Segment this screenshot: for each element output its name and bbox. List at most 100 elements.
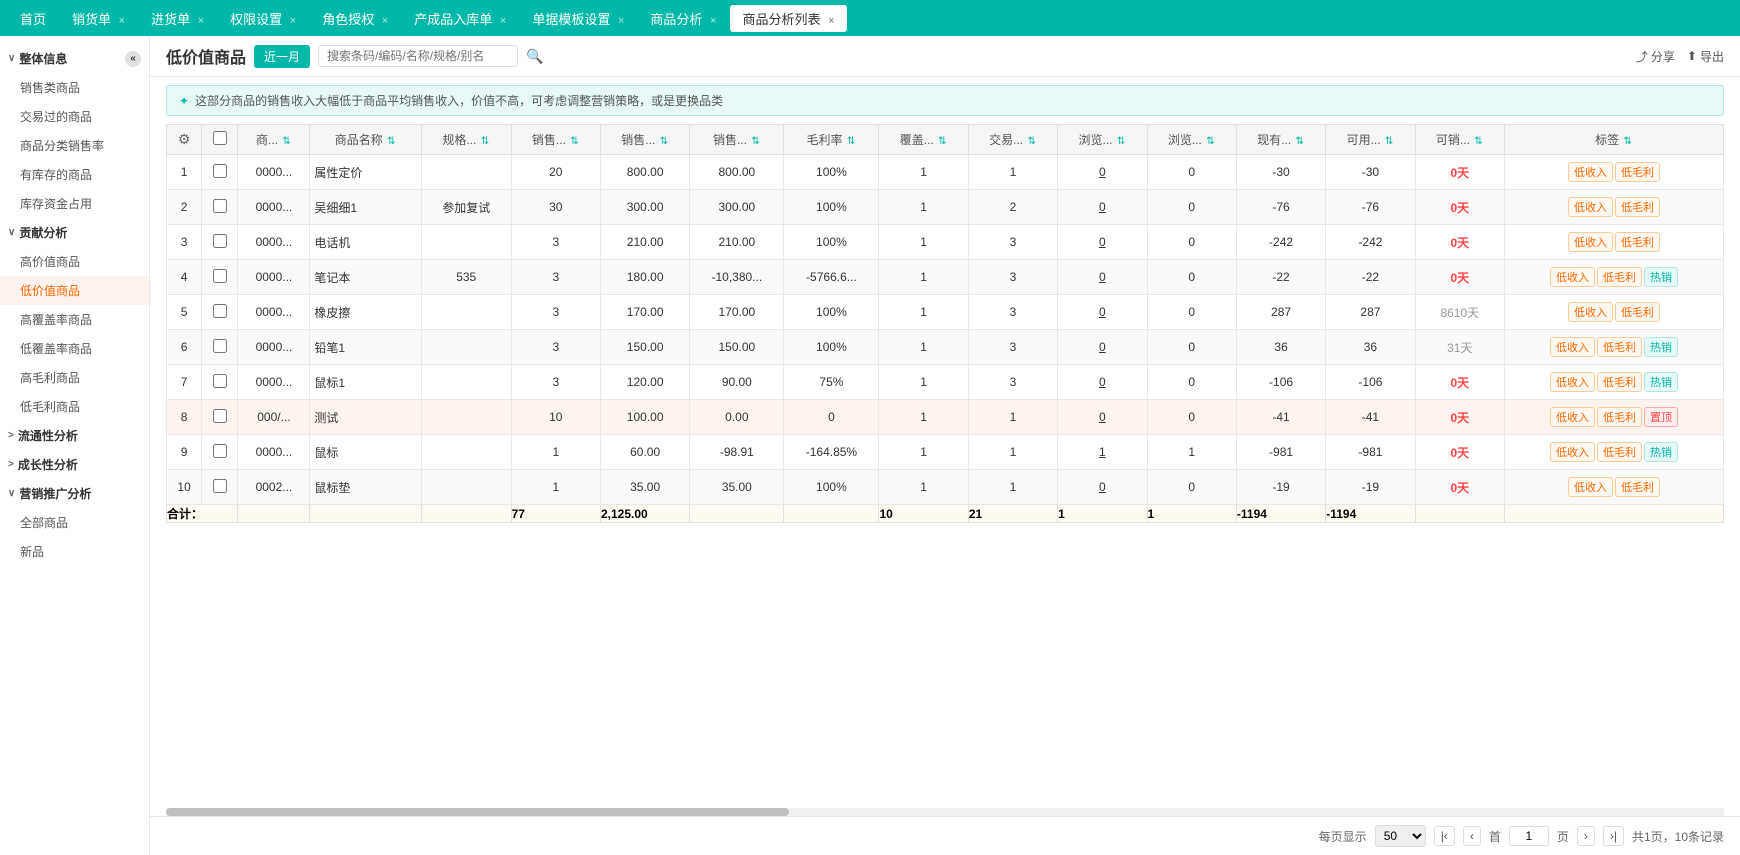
col-checkbox[interactable] xyxy=(202,125,238,155)
sidebar-item-all-products[interactable]: 全部商品 xyxy=(0,508,149,537)
sort-icon[interactable]: ⇅ xyxy=(387,136,395,147)
row-browse1[interactable]: 1 xyxy=(1058,435,1147,470)
nav-template[interactable]: 单据模板设置 × xyxy=(520,5,636,32)
share-button[interactable]: ⤴ 分享 xyxy=(1636,48,1675,65)
row-select-checkbox[interactable] xyxy=(213,339,227,353)
select-all-checkbox[interactable] xyxy=(213,131,227,145)
sidebar-item-high-value[interactable]: 高价值商品 xyxy=(0,247,149,276)
nav-analysis[interactable]: 商品分析 × xyxy=(638,5,728,32)
sort-icon[interactable]: ⇅ xyxy=(481,136,489,147)
close-icon[interactable]: × xyxy=(382,15,388,27)
row-select-checkbox[interactable] xyxy=(213,409,227,423)
row-checkbox[interactable] xyxy=(202,470,238,505)
table-container[interactable]: ⚙ 商... ⇅ 商品名称 ⇅ 规格... ⇅ 销售... ⇅ 销售... ⇅ … xyxy=(150,124,1740,808)
close-icon[interactable]: × xyxy=(119,15,125,27)
sort-icon[interactable]: ⇅ xyxy=(847,136,855,147)
row-select-checkbox[interactable] xyxy=(213,374,227,388)
sidebar-item-new-products[interactable]: 新品 xyxy=(0,537,149,566)
browse-link[interactable]: 0 xyxy=(1099,165,1106,179)
settings-icon[interactable]: ⚙ xyxy=(178,131,191,147)
row-browse1[interactable]: 0 xyxy=(1058,295,1147,330)
sort-icon[interactable]: ⇅ xyxy=(1206,136,1214,147)
search-input[interactable] xyxy=(318,45,518,67)
sort-icon[interactable]: ⇅ xyxy=(570,136,578,147)
nav-analysis-list[interactable]: 商品分析列表 × xyxy=(730,5,846,32)
browse-link[interactable]: 0 xyxy=(1099,375,1106,389)
col-gear[interactable]: ⚙ xyxy=(167,125,202,155)
nav-home[interactable]: 首页 xyxy=(8,5,58,32)
close-icon[interactable]: × xyxy=(710,15,716,27)
row-browse1[interactable]: 0 xyxy=(1058,330,1147,365)
sidebar-item-category-rate[interactable]: 商品分类销售率 xyxy=(0,131,149,160)
sort-icon[interactable]: ⇅ xyxy=(1623,136,1631,147)
sort-icon[interactable]: ⇅ xyxy=(282,136,290,147)
row-checkbox[interactable] xyxy=(202,435,238,470)
sidebar-item-low-coverage[interactable]: 低覆盖率商品 xyxy=(0,334,149,363)
sidebar-item-stock-capital[interactable]: 库存资金占用 xyxy=(0,189,149,218)
sort-icon[interactable]: ⇅ xyxy=(1117,136,1125,147)
next-page-button[interactable]: › xyxy=(1577,826,1595,846)
close-icon[interactable]: × xyxy=(198,15,204,27)
scroll-thumb[interactable] xyxy=(166,808,789,816)
sort-icon[interactable]: ⇅ xyxy=(1296,136,1304,147)
sidebar-group-overall[interactable]: ∨ 整体信息 « xyxy=(0,44,149,73)
row-select-checkbox[interactable] xyxy=(213,269,227,283)
filter-recent-month-button[interactable]: 近一月 xyxy=(254,45,310,68)
page-size-select[interactable]: 50 100 200 xyxy=(1375,825,1426,847)
sort-icon[interactable]: ⇅ xyxy=(1385,136,1393,147)
collapse-btn[interactable]: « xyxy=(125,51,141,67)
row-select-checkbox[interactable] xyxy=(213,479,227,493)
search-icon[interactable]: 🔍 xyxy=(526,48,543,65)
export-button[interactable]: ⬆ 导出 xyxy=(1687,48,1724,65)
row-checkbox[interactable] xyxy=(202,155,238,190)
sidebar-item-in-stock[interactable]: 有库存的商品 xyxy=(0,160,149,189)
browse-link[interactable]: 0 xyxy=(1099,305,1106,319)
sort-icon[interactable]: ⇅ xyxy=(1474,136,1482,147)
row-browse1[interactable]: 0 xyxy=(1058,365,1147,400)
nav-product-in[interactable]: 产成品入库单 × xyxy=(402,5,518,32)
sidebar-item-high-coverage[interactable]: 高覆盖率商品 xyxy=(0,305,149,334)
browse-link[interactable]: 0 xyxy=(1099,270,1106,284)
row-browse1[interactable]: 0 xyxy=(1058,470,1147,505)
row-checkbox[interactable] xyxy=(202,225,238,260)
row-checkbox[interactable] xyxy=(202,190,238,225)
browse-link[interactable]: 0 xyxy=(1099,480,1106,494)
browse-link[interactable]: 1 xyxy=(1099,445,1106,459)
sidebar-item-traded[interactable]: 交易过的商品 xyxy=(0,102,149,131)
row-checkbox[interactable] xyxy=(202,295,238,330)
sidebar-group-contribution[interactable]: ∨ 贡献分析 xyxy=(0,218,149,247)
row-browse1[interactable]: 0 xyxy=(1058,400,1147,435)
sidebar-item-high-margin[interactable]: 高毛利商品 xyxy=(0,363,149,392)
nav-sales[interactable]: 销货单 × xyxy=(60,5,137,32)
row-checkbox[interactable] xyxy=(202,330,238,365)
row-select-checkbox[interactable] xyxy=(213,444,227,458)
row-browse1[interactable]: 0 xyxy=(1058,225,1147,260)
browse-link[interactable]: 0 xyxy=(1099,340,1106,354)
close-icon[interactable]: × xyxy=(500,15,506,27)
close-icon[interactable]: × xyxy=(828,15,834,27)
sidebar-item-low-margin[interactable]: 低毛利商品 xyxy=(0,392,149,421)
browse-link[interactable]: 0 xyxy=(1099,200,1106,214)
sidebar-group-circulation[interactable]: > 流通性分析 xyxy=(0,421,149,450)
close-icon[interactable]: × xyxy=(618,15,624,27)
row-checkbox[interactable] xyxy=(202,400,238,435)
sidebar-item-sales-products[interactable]: 销售类商品 xyxy=(0,73,149,102)
row-browse1[interactable]: 0 xyxy=(1058,190,1147,225)
nav-purchase[interactable]: 进货单 × xyxy=(139,5,216,32)
first-page-button[interactable]: |‹ xyxy=(1434,826,1455,846)
sort-icon[interactable]: ⇅ xyxy=(1027,136,1035,147)
prev-page-button[interactable]: ‹ xyxy=(1463,826,1481,846)
nav-permission[interactable]: 权限设置 × xyxy=(218,5,308,32)
row-select-checkbox[interactable] xyxy=(213,234,227,248)
page-input[interactable] xyxy=(1509,826,1549,846)
sort-icon[interactable]: ⇅ xyxy=(660,136,668,147)
row-checkbox[interactable] xyxy=(202,365,238,400)
row-browse1[interactable]: 0 xyxy=(1058,155,1147,190)
sort-icon[interactable]: ⇅ xyxy=(938,136,946,147)
browse-link[interactable]: 0 xyxy=(1099,235,1106,249)
row-checkbox[interactable] xyxy=(202,260,238,295)
close-icon[interactable]: × xyxy=(290,15,296,27)
sidebar-group-growth[interactable]: > 成长性分析 xyxy=(0,450,149,479)
sidebar-item-low-value[interactable]: 低价值商品 xyxy=(0,276,149,305)
browse-link[interactable]: 0 xyxy=(1099,410,1106,424)
